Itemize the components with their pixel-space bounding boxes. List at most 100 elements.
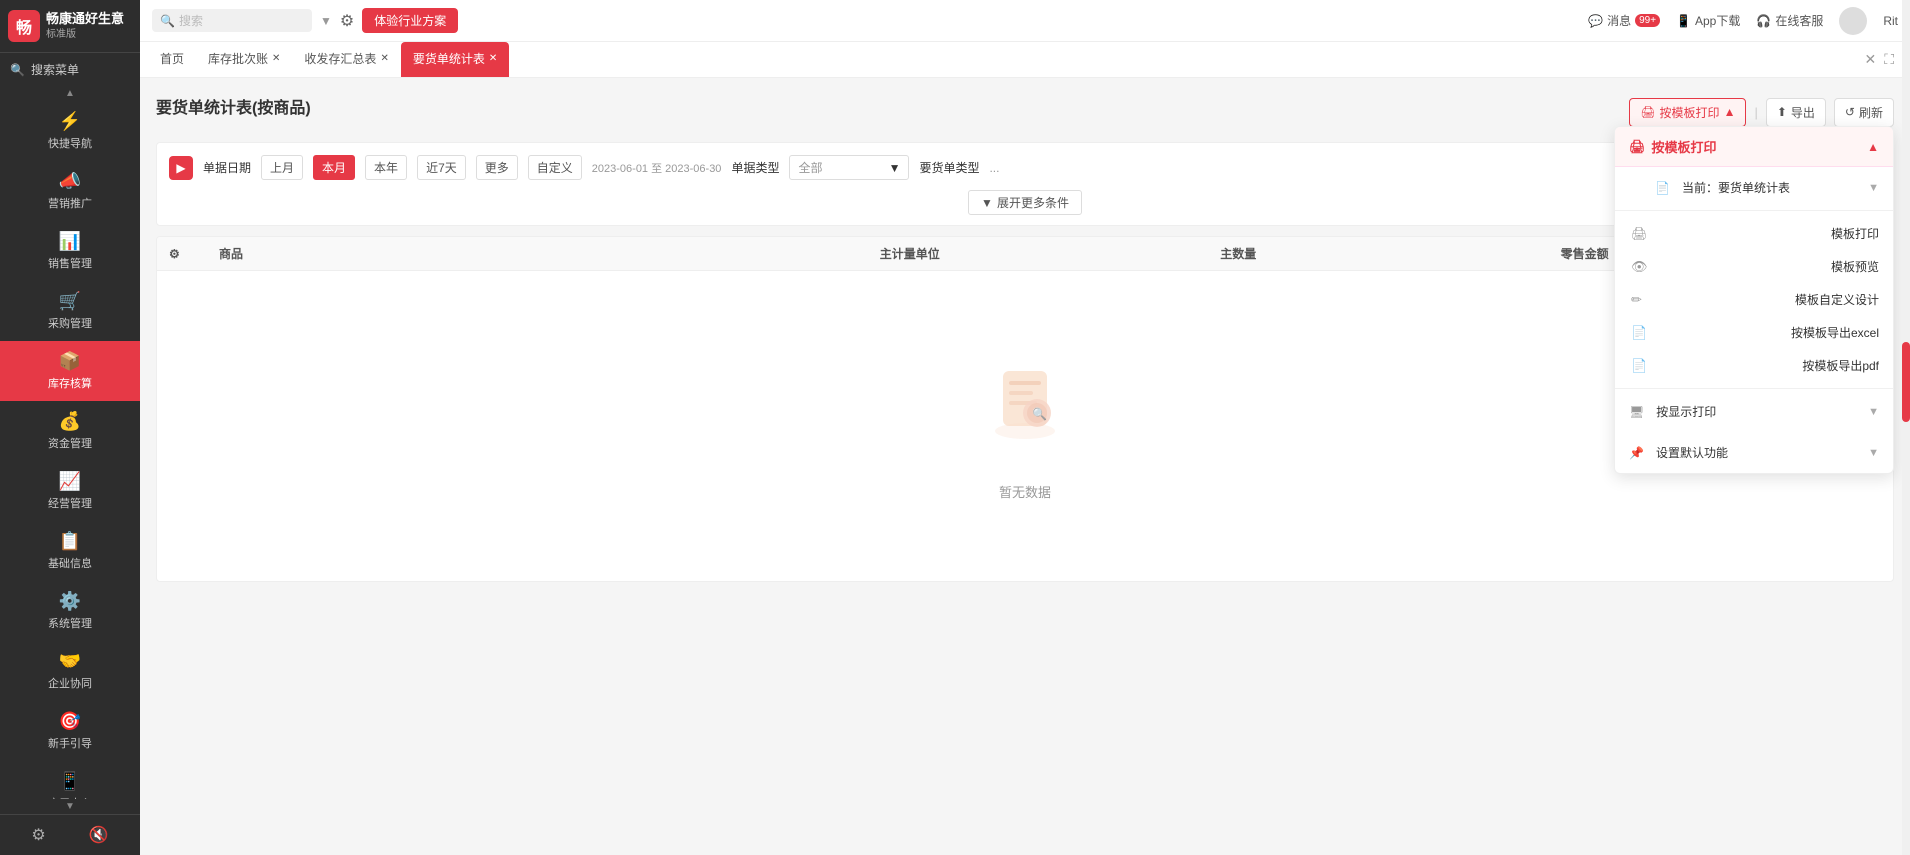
sidebar-item-system[interactable]: ⚙️ 系统管理 [0,581,140,641]
search-icon: 🔍 [10,63,25,77]
topbar-gear-icon[interactable]: ⚙ [340,11,354,31]
sidebar-item-quick-nav[interactable]: ⚡ 快捷导航 [0,101,140,161]
export-button[interactable]: ⬆ 导出 [1766,98,1826,127]
dropdown-section-display-print: 🖥 按显示打印 ▼ [1615,391,1893,432]
window-buttons: ✕ ⛶ [1856,42,1902,77]
tab-receipt-summary[interactable]: 收发存汇总表 ✕ [292,42,400,77]
app-download-icon: 📱 [1676,14,1691,28]
table-col-settings[interactable]: ⚙ [169,247,199,261]
print-chevron-up-icon: ▲ [1724,105,1736,119]
window-maximize-button[interactable]: ⛶ [1884,51,1894,68]
table-col-qty: 主数量 [1220,245,1540,262]
tab-home[interactable]: 首页 [148,42,196,77]
sound-footer-button[interactable]: 🔇 [89,825,109,845]
sidebar-item-operation[interactable]: 📈 经营管理 [0,461,140,521]
sidebar-item-app-center[interactable]: 📱 应用中心 [0,761,140,799]
tab-order-stats[interactable]: 要货单统计表 ✕ [401,42,509,77]
inventory-icon: 📦 [59,351,81,372]
tab-inventory-batch[interactable]: 库存批次账 ✕ [196,42,292,77]
export-icon: ⬆ [1777,105,1787,119]
table-col-product: 商品 [219,245,860,262]
dropdown-current-template[interactable]: 📄 当前：要货单统计表 ▼ [1615,171,1893,204]
content-area: 要货单统计表(按商品) 🖨 按模板打印 ▲ | ⬆ 导出 ↺ 刷新 [140,78,1910,855]
right-scrollbar[interactable] [1902,0,1910,855]
print-template-button[interactable]: 🖨 按模板打印 ▲ [1629,98,1746,127]
settings-footer-button[interactable]: ⚙ [31,825,45,845]
sidebar-logo: 畅 畅康通好生意 标准版 [0,0,140,53]
dropdown-divider-1 [1615,210,1893,211]
trial-button[interactable]: 体验行业方案 [362,8,458,33]
app-download-button[interactable]: 📱 App下载 [1676,12,1740,29]
dropdown-printer-icon: 🖨 [1629,139,1646,155]
dropdown-item-template-preview[interactable]: 👁 模板预览 [1615,250,1893,283]
quick-nav-icon: ⚡ [59,111,81,132]
finance-icon: 💰 [59,411,81,432]
template-print-icon: 🖨 [1631,226,1648,242]
messages-button[interactable]: 💬 消息 99+ [1588,12,1660,29]
sales-icon: 📊 [59,231,81,252]
doc-type-label: 单据类型 [731,159,779,176]
export-excel-icon: 📄 [1631,325,1647,341]
sidebar-item-finance[interactable]: 💰 资金管理 [0,401,140,461]
app-logo-text: 畅康通好生意 标准版 [46,11,124,41]
online-service-icon: 🎧 [1756,14,1771,28]
dropdown-item-template-custom[interactable]: ✏ 模板自定义设计 [1615,283,1893,316]
page-title: 要货单统计表(按商品) [156,94,311,118]
dropdown-collapse-icon[interactable]: ▲ [1867,140,1879,154]
tab-close-order-stats[interactable]: ✕ [489,53,497,64]
table-settings-icon[interactable]: ⚙ [169,247,180,261]
date-btn-last-month[interactable]: 上月 [261,155,303,180]
dropdown-item-export-excel[interactable]: 📄 按模板导出excel [1615,316,1893,349]
current-template-icon: 📄 [1655,181,1670,195]
template-preview-icon: 👁 [1631,259,1648,275]
display-print-chevron-icon: ▼ [1868,406,1879,418]
date-range-display: 2023-06-01 至 2023-06-30 [592,160,722,176]
sidebar-item-inventory[interactable]: 📦 库存核算 [0,341,140,401]
current-template-chevron-icon: ▼ [1868,182,1879,194]
date-filter-label: 单据日期 [203,159,251,176]
tab-close-inventory-batch[interactable]: ✕ [272,53,280,64]
sidebar-item-sales[interactable]: 📊 销售管理 [0,221,140,281]
system-icon: ⚙️ [59,591,81,612]
tab-close-receipt-summary[interactable]: ✕ [380,53,388,64]
sidebar-scroll-down[interactable]: ▼ [0,799,140,814]
dropdown-default-function[interactable]: 📌 设置默认功能 ▼ [1615,436,1893,469]
topbar-search-box[interactable]: 🔍 搜索 [152,9,312,32]
dropdown-item-export-pdf[interactable]: 📄 按模板导出pdf [1615,349,1893,382]
date-btn-more[interactable]: 更多 [476,155,518,180]
empty-state-icon: 🔍 [975,351,1075,470]
sidebar-item-guide[interactable]: 🎯 新手引导 [0,701,140,761]
dropdown-section-items: 🖨 模板打印 👁 模板预览 ✏ 模板自定义设计 📄 按模板导出excel 📄 [1615,213,1893,386]
expand-down-icon: ▼ [981,196,993,210]
dropdown-item-template-print[interactable]: 🖨 模板打印 [1615,217,1893,250]
marketing-icon: 📣 [59,171,81,192]
sidebar-item-basic[interactable]: 📋 基础信息 [0,521,140,581]
filter-expand-arrow[interactable]: ▶ [169,156,193,180]
enterprise-icon: 🤝 [59,651,81,672]
refresh-icon: ↺ [1845,105,1855,119]
sidebar-item-enterprise[interactable]: 🤝 企业协同 [0,641,140,701]
date-btn-this-year[interactable]: 本年 [365,155,407,180]
sidebar-item-purchase[interactable]: 🛒 采购管理 [0,281,140,341]
topbar-chevron-icon[interactable]: ▼ [320,14,332,28]
right-scrollbar-thumb [1902,342,1910,422]
topbar-right: 💬 消息 99+ 📱 App下载 🎧 在线客服 Rit [1588,7,1898,35]
refresh-button[interactable]: ↺ 刷新 [1834,98,1894,127]
export-pdf-icon: 📄 [1631,358,1647,374]
date-btn-this-month[interactable]: 本月 [313,155,355,180]
topbar-search-icon: 🔍 [160,14,175,28]
sidebar-item-marketing[interactable]: 📣 营销推广 [0,161,140,221]
online-service-button[interactable]: 🎧 在线客服 [1756,12,1823,29]
date-btn-7days[interactable]: 近7天 [417,155,466,180]
sidebar-scroll-up[interactable]: ▲ [0,86,140,101]
date-btn-custom[interactable]: 自定义 [528,155,582,180]
dropdown-display-print[interactable]: 🖥 按显示打印 ▼ [1615,395,1893,428]
doc-type-select[interactable]: 全部 ▼ [789,155,909,180]
operation-icon: 📈 [59,471,81,492]
window-close-button[interactable]: ✕ [1864,51,1876,68]
avatar[interactable] [1839,7,1867,35]
expand-more-button[interactable]: ▼ 展开更多条件 [968,190,1082,215]
dropdown-divider-2 [1615,388,1893,389]
sidebar: 畅 畅康通好生意 标准版 🔍 搜索菜单 ▲ ⚡ 快捷导航 📣 营销推广 📊 销售… [0,0,140,855]
sidebar-search[interactable]: 🔍 搜索菜单 [0,53,140,86]
